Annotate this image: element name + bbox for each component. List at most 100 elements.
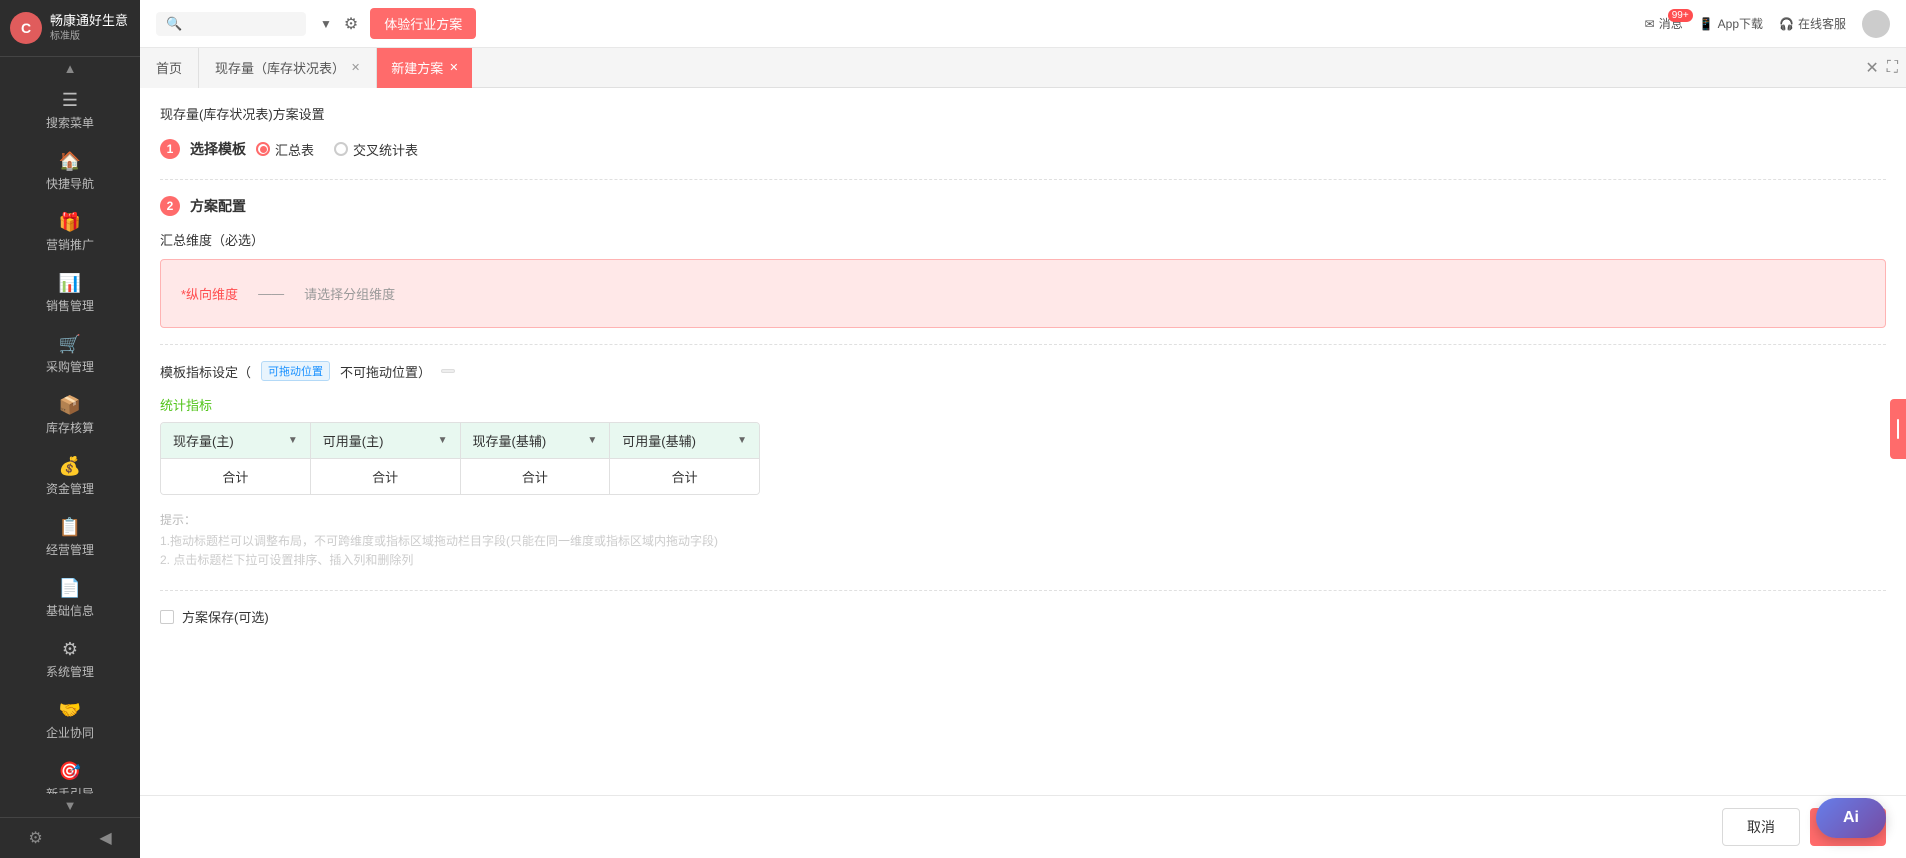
non-draggable-badge [441,369,455,373]
sidebar-item-label: 采购管理 [46,358,94,375]
radio-cross[interactable]: 交叉统计表 [334,140,418,159]
step2-title: 方案配置 [190,196,246,216]
col-header-4[interactable]: 可用量(基辅) ▼ [610,423,759,458]
tips-line-2: 2. 点击标题栏下拉可设置排序、插入列和删除列 [160,551,1886,570]
app-download-action[interactable]: 📱 App下载 [1699,15,1763,32]
sidebar-item-basic-info[interactable]: 📄 基础信息 [0,568,140,629]
topbar-gear-icon[interactable]: ⚙ [344,14,358,34]
trial-button[interactable]: 体验行业方案 [370,8,476,39]
chevron-down-icon: ▼ [320,17,332,31]
divider2 [160,344,1886,345]
sidebar-item-sales[interactable]: 📊 销售管理 [0,263,140,324]
expand-icon[interactable]: ⛶ [1887,59,1898,77]
step2-number: 2 [160,196,180,216]
radio-cross-label: 交叉统计表 [353,140,418,159]
sidebar-scroll-down[interactable]: ▼ [0,794,140,817]
right-panel-handle[interactable] [1890,399,1906,459]
sidebar-item-label: 新手引导 [46,785,94,794]
tab-new-close-icon[interactable]: ✕ [449,61,458,74]
app-logo: C 畅康通好生意 标准版 [0,0,140,57]
audio-icon[interactable]: ◀ [99,828,111,848]
col4-chevron-icon[interactable]: ▼ [737,435,747,446]
search-menu-icon: ☰ [62,90,78,111]
sidebar-item-quick-nav[interactable]: 🏠 快捷导航 [0,141,140,202]
message-action[interactable]: ✉ 消息 99+ [1645,15,1683,32]
tips-section: 提示： 1.拖动标题栏可以调整布局，不可跨维度或指标区域拖动栏目字段(只能在同一… [160,511,1886,570]
sidebar-item-marketing[interactable]: 🎁 营销推广 [0,202,140,263]
sidebar-item-system[interactable]: ⚙ 系统管理 [0,629,140,690]
close-panel-icon[interactable]: ✕ [1865,58,1878,78]
download-icon: 📱 [1699,17,1714,31]
sales-icon: 📊 [59,273,81,294]
footer: 取消 查询 [140,795,1906,858]
dimension-box[interactable]: *纵向维度 —— 请选择分组维度 [160,259,1886,328]
step2-section: 2 方案配置 汇总维度（必选） *纵向维度 —— 请选择分组维度 模板指标设定（… [160,196,1886,570]
col-header-3[interactable]: 现存量(基辅) ▼ [461,423,611,458]
indicator-settings-label: 模板指标设定（ 可拖动位置 不可拖动位置） [160,361,1886,381]
tips-title: 提示： [160,511,1886,528]
radio-cross-circle [334,142,348,156]
sidebar-item-search-menu[interactable]: ☰ 搜索菜单 [0,80,140,141]
sidebar-item-label: 经营管理 [46,541,94,558]
save-option-label: 方案保存(可选) [182,607,269,626]
sidebar-item-label: 营销推广 [46,236,94,253]
stats-table: 现存量(主) ▼ 可用量(主) ▼ 现存量(基辅) ▼ [160,422,760,495]
settings-icon[interactable]: ⚙ [28,828,42,848]
tab-inventory-label: 现存量（库存状况表） [215,58,345,77]
save-option: 方案保存(可选) [160,607,1886,626]
sidebar-item-purchase[interactable]: 🛒 采购管理 [0,324,140,385]
topbar-actions: ✉ 消息 99+ 📱 App下载 🎧 在线客服 [1645,10,1890,38]
user-avatar[interactable] [1862,10,1890,38]
topbar-search-box[interactable]: 🔍 [156,12,306,36]
search-icon: 🔍 [166,16,182,32]
tab-home[interactable]: 首页 [140,48,199,88]
app-download-label: App下载 [1718,15,1763,32]
sidebar-item-finance[interactable]: 💰 资金管理 [0,446,140,507]
sidebar-item-label: 销售管理 [46,297,94,314]
home-icon: 🏠 [59,151,81,172]
col1-chevron-icon[interactable]: ▼ [288,435,298,446]
sidebar-bottom: ⚙ ◀ [0,817,140,858]
ai-bubble[interactable]: Ai [1816,798,1886,838]
app-version: 标准版 [50,30,128,43]
headset-icon: 🎧 [1779,17,1794,31]
col3-chevron-icon[interactable]: ▼ [587,435,597,446]
stats-table-row: 合计 合计 合计 合计 [161,458,759,494]
col3-label: 现存量(基辅) [473,431,547,450]
finance-icon: 💰 [59,456,81,477]
message-badge: 99+ [1668,9,1693,22]
tab-home-label: 首页 [156,58,182,77]
sidebar-item-label: 企业协同 [46,724,94,741]
tab-new[interactable]: 新建方案 ✕ [377,48,472,88]
tab-inventory[interactable]: 现存量（库存状况表） ✕ [199,48,377,88]
col2-chevron-icon[interactable]: ▼ [438,435,448,446]
page-title: 现存量(库存状况表)方案设置 [160,104,1886,123]
sidebar-item-operations[interactable]: 📋 经营管理 [0,507,140,568]
col2-label: 可用量(主) [323,431,384,450]
customer-service-action[interactable]: 🎧 在线客服 [1779,15,1846,32]
sidebar-item-guide[interactable]: 🎯 新手引导 [0,751,140,794]
divider1 [160,179,1886,180]
system-icon: ⚙ [62,639,78,660]
search-input[interactable] [188,17,288,31]
draggable-badge: 可拖动位置 [261,361,330,381]
sidebar-item-label: 库存核算 [46,419,94,436]
save-checkbox[interactable] [160,610,174,624]
sidebar-scroll-up[interactable]: ▲ [0,57,140,80]
step1-number: 1 [160,139,180,159]
sidebar-item-inventory[interactable]: 📦 库存核算 [0,385,140,446]
sidebar-item-enterprise[interactable]: 🤝 企业协同 [0,690,140,751]
cancel-button[interactable]: 取消 [1722,808,1800,846]
col-header-2[interactable]: 可用量(主) ▼ [311,423,461,458]
sidebar: C 畅康通好生意 标准版 ▲ ☰ 搜索菜单 🏠 快捷导航 🎁 营销推广 📊 销售… [0,0,140,858]
tab-inventory-close-icon[interactable]: ✕ [351,61,360,74]
sidebar-item-label: 快捷导航 [46,175,94,192]
col-header-1[interactable]: 现存量(主) ▼ [161,423,311,458]
topbar-dropdown-button[interactable]: ▼ [318,17,332,31]
cell-2: 合计 [311,459,461,494]
sidebar-item-label: 搜索菜单 [46,114,94,131]
sidebar-item-label: 系统管理 [46,663,94,680]
topbar: 🔍 ▼ ⚙ 体验行业方案 ✉ 消息 99+ 📱 App下载 🎧 在线客服 [140,0,1906,48]
radio-summary[interactable]: 汇总表 [256,140,314,159]
tips-line-1: 1.拖动标题栏可以调整布局，不可跨维度或指标区域拖动栏目字段(只能在同一维度或指… [160,532,1886,551]
